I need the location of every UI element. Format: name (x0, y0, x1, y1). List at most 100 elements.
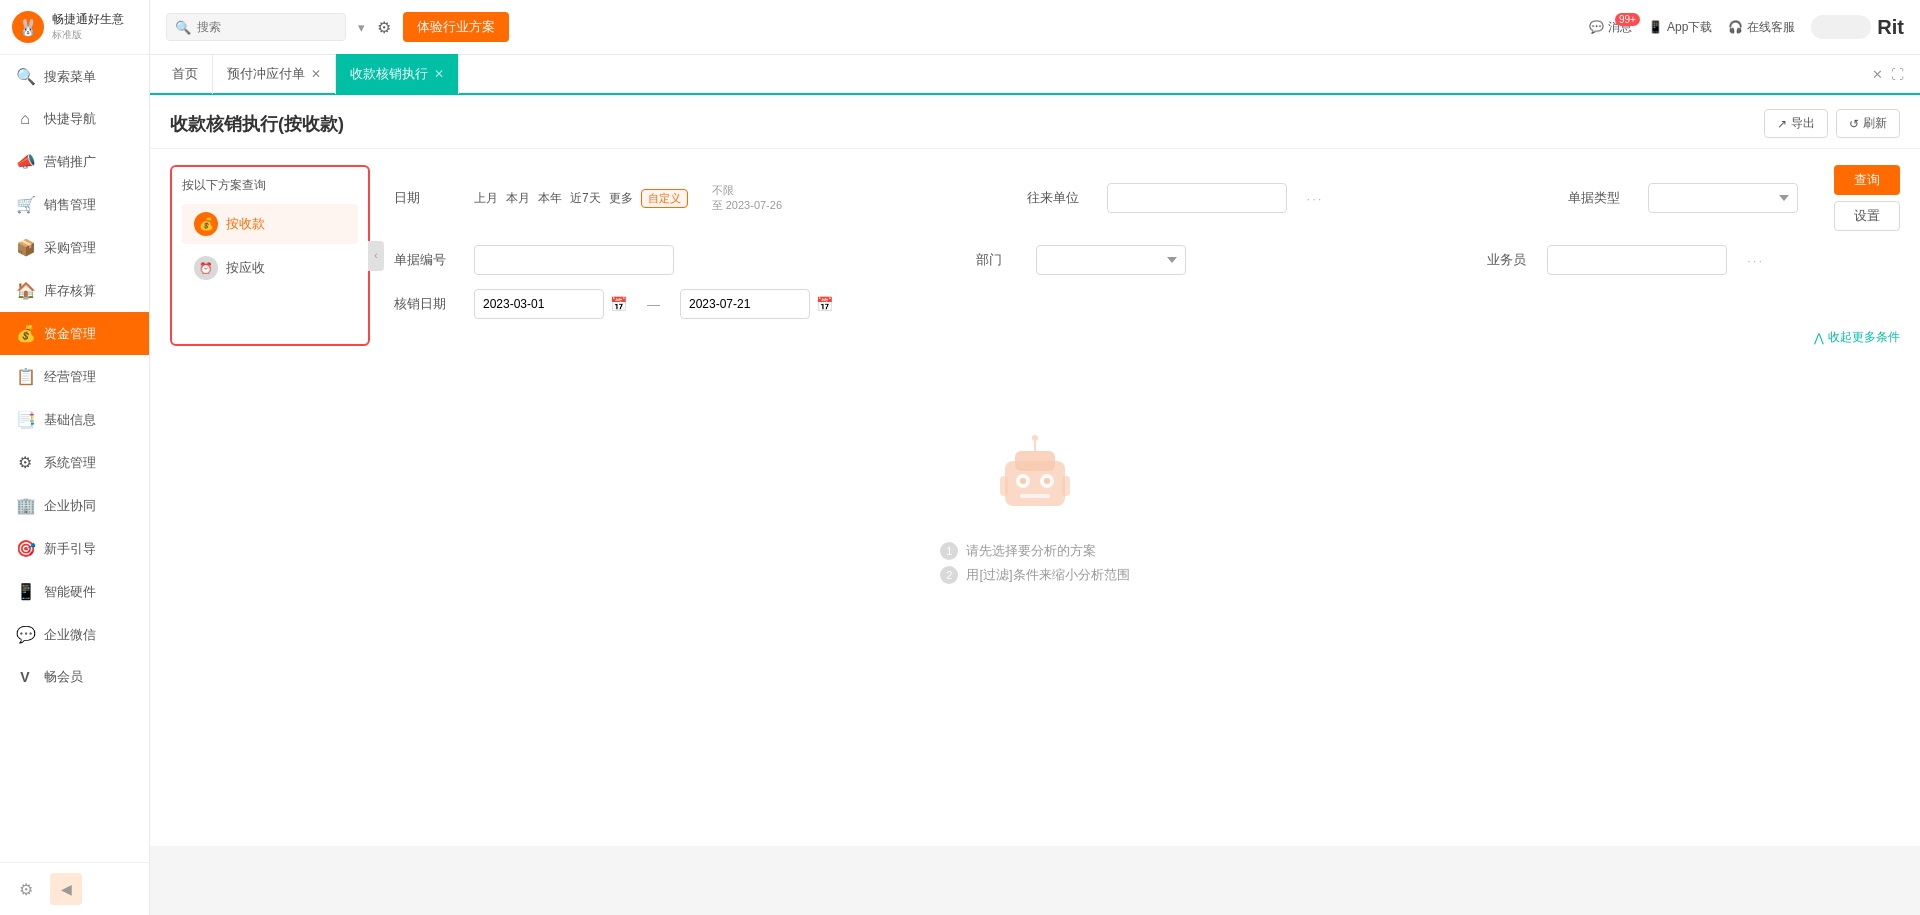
tab-home-label: 首页 (172, 65, 198, 83)
user-avatar[interactable] (1811, 15, 1871, 39)
topbar-right: 💬 消息 99+ 📱 App下载 🎧 在线客服 Rit (1589, 15, 1904, 39)
export-button[interactable]: ↗ 导出 (1764, 109, 1828, 138)
doc-type-select[interactable] (1648, 183, 1798, 213)
sidebar-item-wechat[interactable]: 💬 企业微信 (0, 613, 149, 656)
topbar-gear-icon[interactable]: ⚙ (377, 18, 391, 37)
department-select[interactable] (1036, 245, 1186, 275)
query-button[interactable]: 查询 (1834, 165, 1900, 195)
tab-prepay[interactable]: 预付冲应付单 ✕ (213, 54, 336, 94)
sidebar-item-purchase[interactable]: 📦 采购管理 (0, 226, 149, 269)
verify-date-start-input[interactable] (474, 289, 604, 319)
sidebar-menu: 🔍 搜索菜单 ⌂ 快捷导航 📣 营销推广 🛒 销售管理 📦 采购管理 🏠 库存核… (0, 55, 149, 862)
industry-solution-button[interactable]: 体验行业方案 (403, 12, 509, 42)
search-icon: 🔍 (175, 20, 191, 35)
app-download-button[interactable]: 📱 App下载 (1648, 19, 1712, 36)
sidebar-item-finance[interactable]: 💰 资金管理 (0, 312, 149, 355)
empty-tips: 1 请先选择要分析的方案 2 用[过滤]条件来缩小分析范围 (940, 542, 1129, 584)
user-rit-text: Rit (1877, 16, 1904, 39)
verify-date-start-wrap: 📅 (474, 289, 627, 319)
tab-close-all-icon[interactable]: ✕ (1872, 67, 1883, 82)
logo-icon: 🐰 (12, 11, 44, 43)
sidebar-item-label: 搜索菜单 (44, 68, 96, 86)
verify-date-end-cal-icon[interactable]: 📅 (816, 296, 833, 312)
finance-icon: 💰 (16, 324, 34, 343)
empty-tip-2: 2 用[过滤]条件来缩小分析范围 (940, 566, 1129, 584)
sidebar-item-inventory[interactable]: 🏠 库存核算 (0, 269, 149, 312)
filter-option-by-receipt[interactable]: 💰 按收款 (182, 204, 358, 244)
guide-icon: 🎯 (16, 539, 34, 558)
date-custom[interactable]: 自定义 (641, 189, 688, 208)
empty-state-icon (985, 426, 1085, 526)
sidebar-item-search[interactable]: 🔍 搜索菜单 (0, 55, 149, 98)
filter-panel-collapse-icon[interactable]: ‹ (368, 241, 384, 271)
sidebar-item-enterprise[interactable]: 🏢 企业协同 (0, 484, 149, 527)
date-last-7-days[interactable]: 近7天 (570, 190, 601, 207)
basic-icon: 📑 (16, 410, 34, 429)
wechat-icon: 💬 (16, 625, 34, 644)
partner-label: 往来单位 (1027, 189, 1087, 207)
staff-label: 业务员 (1487, 251, 1527, 269)
setting-button[interactable]: 设置 (1834, 201, 1900, 231)
sidebar-item-guide[interactable]: 🎯 新手引导 (0, 527, 149, 570)
filter-option-by-receivable[interactable]: ⏰ 按应收 (182, 248, 358, 288)
service-label: 在线客服 (1747, 19, 1795, 36)
empty-state: 1 请先选择要分析的方案 2 用[过滤]条件来缩小分析范围 (150, 346, 1920, 664)
sidebar-item-hardware[interactable]: 📱 智能硬件 (0, 570, 149, 613)
sidebar-item-member[interactable]: V 畅会员 (0, 656, 149, 698)
sidebar-item-basic[interactable]: 📑 基础信息 (0, 398, 149, 441)
sidebar-logo: 🐰 畅捷通好生意 标准版 (0, 0, 149, 55)
online-service-button[interactable]: 🎧 在线客服 (1728, 19, 1795, 36)
receivable-icon: ⏰ (194, 256, 218, 280)
settings-button[interactable]: ⚙ (10, 873, 42, 905)
sidebar-item-label: 基础信息 (44, 411, 96, 429)
purchase-icon: 📦 (16, 238, 34, 257)
sidebar-item-business[interactable]: 📋 经营管理 (0, 355, 149, 398)
sidebar-item-marketing[interactable]: 📣 营销推广 (0, 140, 149, 183)
tab-receivable[interactable]: 收款核销执行 ✕ (336, 54, 459, 94)
filter-option-receivable-label: 按应收 (226, 259, 265, 277)
sidebar-collapse-button[interactable]: ◀ (50, 873, 82, 905)
date-this-year[interactable]: 本年 (538, 190, 562, 207)
sidebar-item-sales[interactable]: 🛒 销售管理 (0, 183, 149, 226)
date-last-month[interactable]: 上月 (474, 190, 498, 207)
tab-receivable-label: 收款核销执行 (350, 65, 428, 83)
receipt-icon: 💰 (194, 212, 218, 236)
message-button[interactable]: 💬 消息 99+ (1589, 19, 1632, 36)
search-input[interactable] (197, 20, 317, 34)
tab-actions: ✕ ⛶ (1864, 67, 1912, 82)
main-area: 🔍 ▾ ⚙ 体验行业方案 💬 消息 99+ 📱 App下载 🎧 在线客服 Rit (150, 0, 1920, 915)
filter-right-area: 日期 上月 本月 本年 近7天 更多 自定义 不限 至 2023-07-26 (370, 165, 1900, 346)
doc-type-label: 单据类型 (1568, 189, 1628, 207)
page-title: 收款核销执行(按收款) (170, 112, 344, 136)
filter-section: 按以下方案查询 💰 按收款 ⏰ 按应收 ‹ 日期 (150, 149, 1920, 346)
staff-more-icon[interactable]: ··· (1747, 253, 1764, 268)
date-to-label: 至 2023-07-26 (712, 198, 782, 213)
partner-more-icon[interactable]: ··· (1307, 191, 1324, 206)
tab-prepay-close-icon[interactable]: ✕ (311, 67, 321, 81)
business-icon: 📋 (16, 367, 34, 386)
verify-date-end-input[interactable] (680, 289, 810, 319)
tab-expand-icon[interactable]: ⛶ (1891, 67, 1904, 82)
verify-date-start-cal-icon[interactable]: 📅 (610, 296, 627, 312)
page-content: 收款核销执行(按收款) ↗ 导出 ↺ 刷新 按以下方案查询 💰 (150, 95, 1920, 915)
search-box[interactable]: 🔍 (166, 13, 346, 41)
topbar: 🔍 ▾ ⚙ 体验行业方案 💬 消息 99+ 📱 App下载 🎧 在线客服 Rit (150, 0, 1920, 55)
collapse-more-button[interactable]: ⋀ 收起更多条件 (1814, 329, 1900, 346)
tab-receivable-close-icon[interactable]: ✕ (434, 67, 444, 81)
system-icon: ⚙ (16, 453, 34, 472)
refresh-button[interactable]: ↺ 刷新 (1836, 109, 1900, 138)
sidebar-item-label: 畅会员 (44, 668, 83, 686)
sidebar-item-quick-nav[interactable]: ⌂ 快捷导航 (0, 98, 149, 140)
tab-prepay-label: 预付冲应付单 (227, 65, 305, 83)
date-more[interactable]: 更多 (609, 190, 633, 207)
sidebar-item-system[interactable]: ⚙ 系统管理 (0, 441, 149, 484)
date-this-month[interactable]: 本月 (506, 190, 530, 207)
app-icon: 📱 (1648, 20, 1663, 34)
search-dropdown-icon[interactable]: ▾ (358, 20, 365, 35)
partner-input[interactable] (1107, 183, 1287, 213)
page-header: 收款核销执行(按收款) ↗ 导出 ↺ 刷新 (150, 95, 1920, 149)
doc-no-input[interactable] (474, 245, 674, 275)
hardware-icon: 📱 (16, 582, 34, 601)
staff-input[interactable] (1547, 245, 1727, 275)
tab-home[interactable]: 首页 (158, 54, 213, 94)
